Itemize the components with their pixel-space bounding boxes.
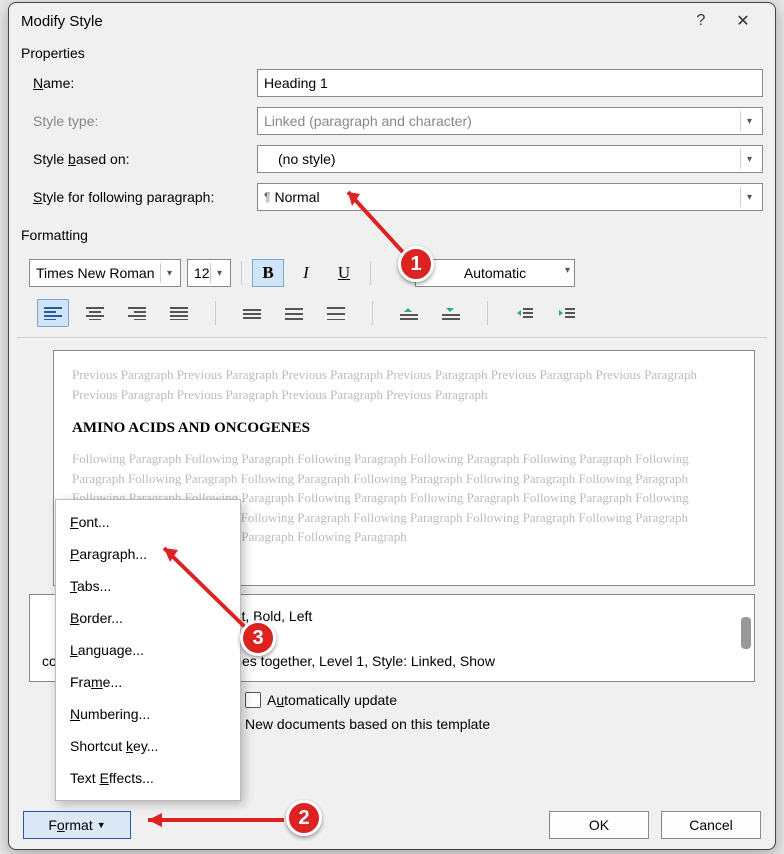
following-label: Style for following paragraph: (33, 189, 257, 205)
chevron-down-icon: ▾ (740, 111, 758, 131)
pilcrow-icon: ¶ (264, 190, 270, 204)
space-before-inc-button[interactable] (393, 299, 425, 327)
cancel-button[interactable]: Cancel (661, 811, 761, 839)
styletype-select: Linked (paragraph and character) ▾ (257, 107, 763, 135)
menu-numbering[interactable]: Numbering... (56, 698, 240, 730)
modify-style-dialog: Modify Style ? ✕ Properties Name: Headin… (8, 2, 776, 850)
help-button[interactable]: ? (689, 9, 713, 33)
auto-update-checkbox[interactable] (245, 692, 261, 708)
annotation-arrow-2 (134, 806, 294, 834)
chevron-down-icon[interactable]: ▾ (565, 265, 570, 276)
align-justify-button[interactable] (163, 299, 195, 327)
separator (487, 301, 488, 325)
name-input[interactable]: Heading 1 (257, 69, 763, 97)
titlebar: Modify Style ? ✕ (9, 3, 775, 39)
space-before-dec-button[interactable] (435, 299, 467, 327)
increase-indent-button[interactable] (550, 299, 582, 327)
font-family-select[interactable]: Times New Roman▾ (29, 259, 181, 287)
menu-texteffects[interactable]: Text Effects... (56, 762, 240, 794)
chevron-down-icon[interactable]: ▾ (160, 263, 178, 283)
align-right-button[interactable] (121, 299, 153, 327)
name-label: Name: (33, 75, 257, 91)
align-left-button[interactable] (37, 299, 69, 327)
decrease-indent-button[interactable] (508, 299, 540, 327)
italic-button[interactable]: I (290, 259, 322, 287)
paragraph-toolbar (17, 295, 767, 338)
basedon-label: Style based on: (33, 151, 257, 167)
annotation-badge-3: 3 (240, 620, 276, 656)
annotation-badge-2: 2 (286, 800, 322, 836)
scrollbar-thumb[interactable] (741, 617, 751, 649)
basedon-select[interactable]: (no style) ▾ (257, 145, 763, 173)
spacing-1-button[interactable] (236, 299, 268, 327)
menu-shortcut[interactable]: Shortcut key... (56, 730, 240, 762)
newdoc-label: New documents based on this template (245, 716, 490, 732)
separator (241, 261, 242, 285)
format-button[interactable]: Format▼ (23, 811, 131, 839)
triangle-down-icon: ▼ (97, 820, 106, 830)
styletype-label: Style type: (33, 113, 257, 129)
close-button[interactable]: ✕ (731, 9, 755, 33)
dialog-bottom: Format▼ OK Cancel (9, 801, 775, 849)
font-size-select[interactable]: 12▾ (187, 259, 231, 287)
properties-heading: Properties (21, 39, 763, 69)
chevron-down-icon[interactable]: ▾ (210, 263, 228, 283)
preview-sample: AMINO ACIDS AND ONCOGENES (72, 420, 736, 437)
dialog-title: Modify Style (21, 13, 689, 30)
bold-button[interactable]: B (252, 259, 284, 287)
align-center-button[interactable] (79, 299, 111, 327)
chevron-down-icon[interactable]: ▾ (740, 149, 758, 169)
annotation-badge-1: 1 (398, 246, 434, 282)
spacing-2-button[interactable] (320, 299, 352, 327)
ok-button[interactable]: OK (549, 811, 649, 839)
auto-update-label: Automatically update (267, 692, 397, 708)
separator (372, 301, 373, 325)
separator (215, 301, 216, 325)
chevron-down-icon[interactable]: ▾ (740, 187, 758, 207)
preview-prev-text: Previous Paragraph Previous Paragraph Pr… (72, 365, 736, 404)
menu-frame[interactable]: Frame... (56, 666, 240, 698)
font-color-select[interactable]: Automatic▾ (415, 259, 575, 287)
menu-font[interactable]: Font... (56, 506, 240, 538)
spacing-15-button[interactable] (278, 299, 310, 327)
